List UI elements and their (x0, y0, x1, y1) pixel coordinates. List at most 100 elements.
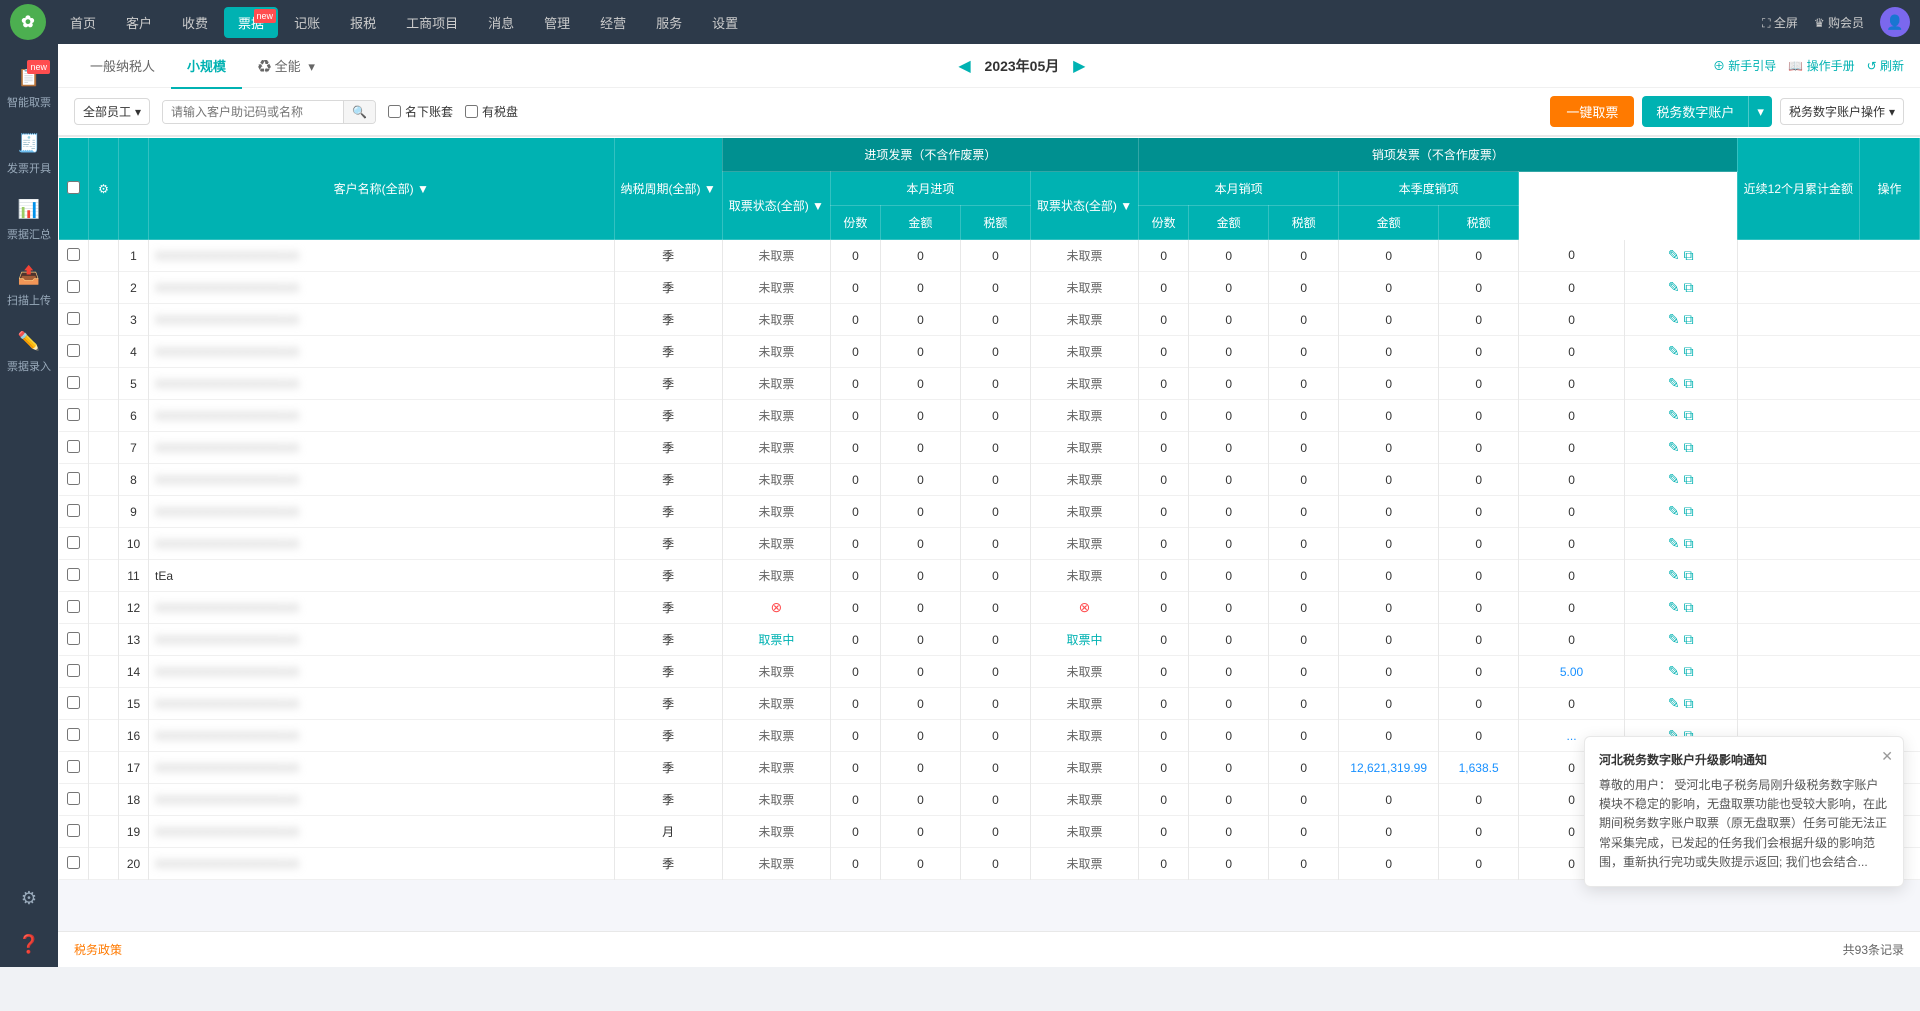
edit-icon[interactable]: ✎ (1668, 375, 1680, 392)
search-button[interactable]: 🔍 (343, 101, 375, 123)
row-checkbox[interactable] (67, 600, 80, 613)
row-checkbox[interactable] (67, 504, 80, 517)
copy-icon[interactable]: ⧉ (1684, 247, 1694, 264)
sidebar-item-invoice-summary[interactable]: 📊 票据汇总 (0, 186, 58, 252)
user-avatar[interactable]: 👤 (1880, 7, 1910, 37)
digital-account-dropdown-btn[interactable]: ▾ (1748, 96, 1772, 127)
has-tax-disk-checkbox[interactable] (465, 105, 478, 118)
edit-icon[interactable]: ✎ (1668, 279, 1680, 296)
copy-icon[interactable]: ⧉ (1684, 663, 1694, 680)
edit-icon[interactable]: ✎ (1668, 503, 1680, 520)
row-checkbox[interactable] (67, 856, 80, 869)
nav-message[interactable]: 消息 (474, 7, 528, 38)
copy-icon[interactable]: ⧉ (1684, 375, 1694, 392)
row-checkbox[interactable] (67, 472, 80, 485)
edit-icon[interactable]: ✎ (1668, 311, 1680, 328)
nav-settings[interactable]: 设置 (698, 7, 752, 38)
row-checkbox[interactable] (67, 248, 80, 261)
my-accounts-checkbox-label[interactable]: 名下账套 (388, 103, 453, 120)
nav-manage[interactable]: 管理 (530, 7, 584, 38)
manual-btn[interactable]: 📖 操作手册 (1788, 57, 1854, 74)
edit-icon[interactable]: ✎ (1668, 247, 1680, 264)
copy-icon[interactable]: ⧉ (1684, 695, 1694, 712)
my-accounts-checkbox[interactable] (388, 105, 401, 118)
row-checkbox[interactable] (67, 440, 80, 453)
row-checkbox[interactable] (67, 664, 80, 677)
copy-icon[interactable]: ⧉ (1684, 503, 1694, 520)
new-guide-btn[interactable]: ⊕ 新手引导 (1713, 57, 1776, 74)
edit-icon[interactable]: ✎ (1668, 439, 1680, 456)
row-checkbox[interactable] (67, 376, 80, 389)
row-checkbox[interactable] (67, 280, 80, 293)
tab-all[interactable]: ♻ 全能 ▾ (242, 44, 331, 89)
copy-icon[interactable]: ⧉ (1684, 567, 1694, 584)
copy-icon[interactable]: ⧉ (1684, 439, 1694, 456)
row-checkbox[interactable] (67, 632, 80, 645)
row-checkbox[interactable] (67, 312, 80, 325)
period-prev-btn[interactable]: ◀ (953, 54, 977, 78)
copy-icon[interactable]: ⧉ (1684, 535, 1694, 552)
row-checkbox[interactable] (67, 728, 80, 741)
copy-icon[interactable]: ⧉ (1684, 407, 1694, 424)
amount-out-cell: 0 (1189, 784, 1269, 816)
row-checkbox-cell (59, 688, 89, 720)
sidebar-item-smart-invoice[interactable]: 📋 智能取票 new (0, 54, 58, 120)
nav-service[interactable]: 服务 (642, 7, 696, 38)
row-checkbox[interactable] (67, 824, 80, 837)
row-checkbox[interactable] (67, 568, 80, 581)
tab-general-taxpayer[interactable]: 一般纳税人 (74, 44, 171, 89)
notification-close-btn[interactable]: ✕ (1881, 745, 1893, 767)
one-click-fetch-btn[interactable]: 一键取票 (1550, 96, 1634, 127)
count-out-cell: 0 (1139, 784, 1189, 816)
nav-tax[interactable]: 报税 (336, 7, 390, 38)
fullscreen-btn[interactable]: ⛶ 全屏 (1762, 14, 1798, 31)
sidebar-item-invoice-entry[interactable]: ✏️ 票据录入 (0, 318, 58, 384)
digital-account-btn[interactable]: 税务数字账户 (1642, 96, 1748, 127)
edit-icon[interactable]: ✎ (1668, 599, 1680, 616)
row-checkbox[interactable] (67, 792, 80, 805)
copy-icon[interactable]: ⧉ (1684, 279, 1694, 296)
nav-home[interactable]: 首页 (56, 7, 110, 38)
sidebar-item-scan-upload[interactable]: 📤 扫描上传 (0, 252, 58, 318)
row-checkbox[interactable] (67, 536, 80, 549)
sidebar-item-invoice-open[interactable]: 🧾 发票开具 (0, 120, 58, 186)
copy-icon[interactable]: ⧉ (1684, 343, 1694, 360)
sidebar-item-settings[interactable]: ⚙ (0, 875, 58, 921)
nav-business[interactable]: 工商项目 (392, 7, 472, 38)
employee-filter[interactable]: 全部员工 ▾ (74, 98, 150, 125)
tax-policy-link[interactable]: 税务政策 (74, 941, 122, 958)
nav-invoice[interactable]: 票据 new (224, 7, 278, 38)
copy-icon[interactable]: ⧉ (1684, 599, 1694, 616)
refresh-btn[interactable]: ↺ 刷新 (1867, 57, 1904, 74)
edit-icon[interactable]: ✎ (1668, 407, 1680, 424)
amount-out-cell: 0 (1189, 240, 1269, 272)
nav-client[interactable]: 客户 (112, 7, 166, 38)
sidebar-item-help[interactable]: ❓ (0, 921, 58, 967)
edit-icon[interactable]: ✎ (1668, 567, 1680, 584)
nav-operations[interactable]: 经营 (586, 7, 640, 38)
row-checkbox[interactable] (67, 344, 80, 357)
copy-icon[interactable]: ⧉ (1684, 311, 1694, 328)
edit-icon[interactable]: ✎ (1668, 343, 1680, 360)
digital-op-dropdown[interactable]: 税务数字账户操作 ▾ (1780, 98, 1904, 125)
row-checkbox[interactable] (67, 760, 80, 773)
tab-small-scale[interactable]: 小规模 (171, 44, 242, 89)
copy-icon[interactable]: ⧉ (1684, 631, 1694, 648)
edit-icon[interactable]: ✎ (1668, 695, 1680, 712)
nav-bookkeeping[interactable]: 记账 (280, 7, 334, 38)
copy-icon[interactable]: ⧉ (1684, 471, 1694, 488)
search-input[interactable] (163, 101, 343, 123)
edit-icon[interactable]: ✎ (1668, 663, 1680, 680)
row-checkbox[interactable] (67, 696, 80, 709)
edit-icon[interactable]: ✎ (1668, 471, 1680, 488)
vip-btn[interactable]: ♛ 购会员 (1814, 14, 1864, 31)
edit-icon[interactable]: ✎ (1668, 631, 1680, 648)
period-next-btn[interactable]: ▶ (1067, 54, 1091, 78)
row-checkbox[interactable] (67, 408, 80, 421)
has-tax-disk-checkbox-label[interactable]: 有税盘 (465, 103, 518, 120)
select-all-checkbox[interactable] (67, 181, 80, 194)
status-out-cell: 未取票 (1030, 752, 1138, 784)
period-cell: 季 (614, 656, 722, 688)
nav-fee[interactable]: 收费 (168, 7, 222, 38)
edit-icon[interactable]: ✎ (1668, 535, 1680, 552)
